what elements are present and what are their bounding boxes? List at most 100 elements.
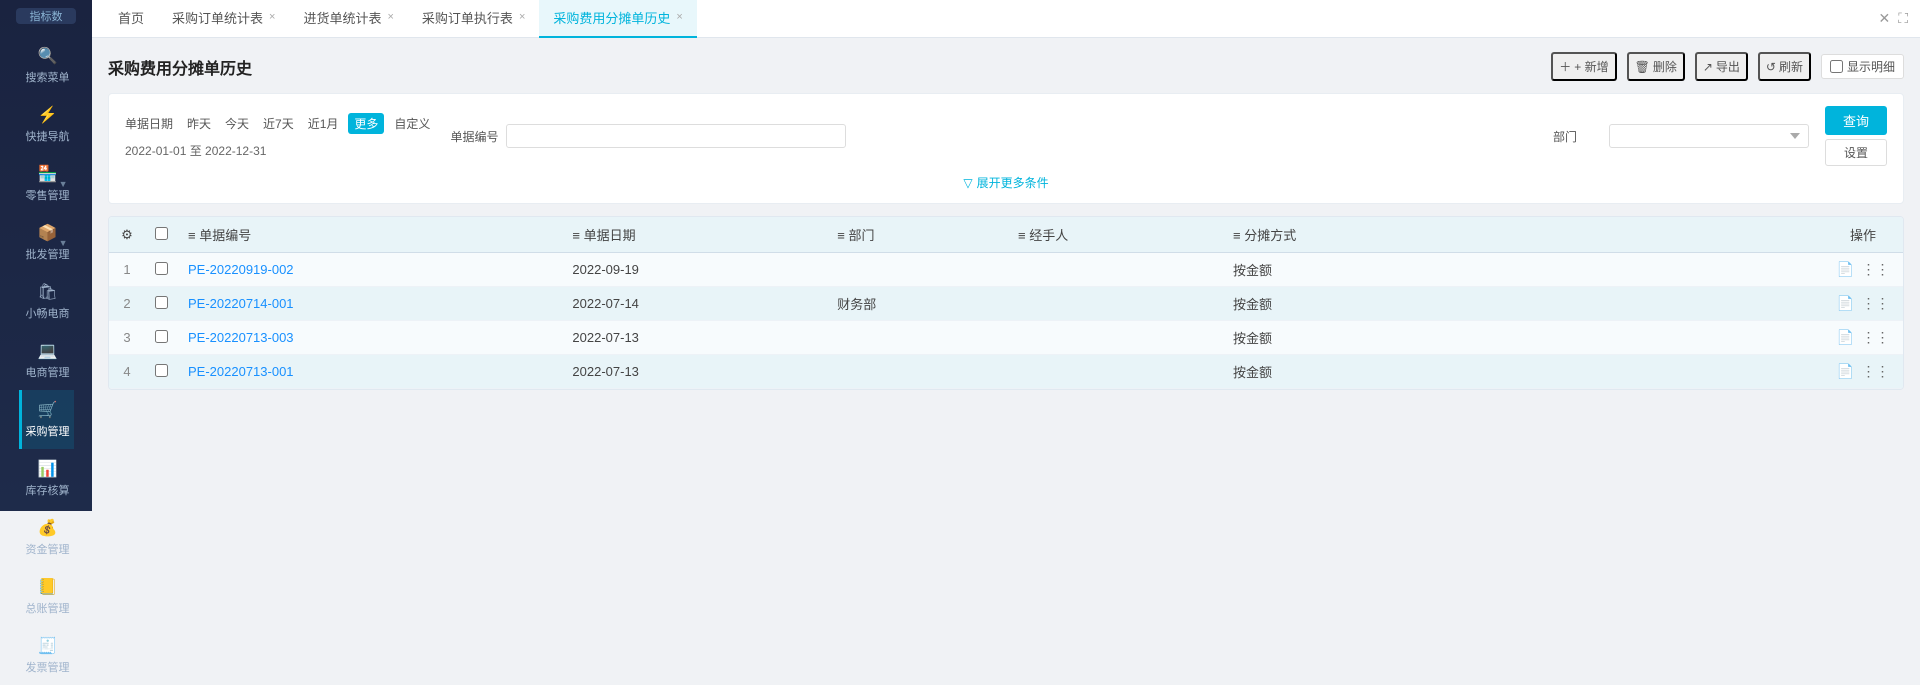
sidebar-item-label-invoice: 发票管理 bbox=[26, 659, 70, 675]
tab-home[interactable]: 首页 bbox=[104, 0, 158, 38]
show-cols-button[interactable]: 显示明细 bbox=[1821, 54, 1904, 79]
sidebar-item-invoice[interactable]: 🧾 发票管理 bbox=[19, 626, 74, 685]
row-doc-no-3: PE-20220713-001 bbox=[178, 355, 562, 389]
row-check-2[interactable] bbox=[145, 321, 178, 355]
view-icon-1[interactable]: 📄 bbox=[1836, 295, 1853, 311]
col-ops-header: 操作 bbox=[1823, 217, 1903, 253]
tab-close-import-stats[interactable]: × bbox=[387, 12, 393, 23]
view-icon-3[interactable]: 📄 bbox=[1836, 363, 1853, 379]
sidebar-item-ledger[interactable]: 📒 总账管理 bbox=[19, 567, 74, 626]
export-button[interactable]: ↗ 导出 bbox=[1695, 52, 1748, 81]
row-check-0[interactable] bbox=[145, 253, 178, 287]
row-check-1[interactable] bbox=[145, 287, 178, 321]
sidebar-item-ecommerce[interactable]: 💻 电商管理 bbox=[19, 331, 74, 390]
tab-purchase-order-exec[interactable]: 采购订单执行表× bbox=[408, 0, 539, 38]
row-handler-3 bbox=[1008, 355, 1223, 389]
tab-bar: 首页采购订单统计表×进货单统计表×采购订单执行表×采购费用分摊单历史× ✕ ⛶ bbox=[92, 0, 1920, 38]
refresh-icon: ↺ bbox=[1766, 60, 1776, 74]
row-checkbox-1[interactable] bbox=[155, 296, 168, 309]
query-button[interactable]: 查询 bbox=[1825, 106, 1887, 135]
tab-label-import-stats: 进货单统计表 bbox=[303, 8, 381, 27]
col-handler-header[interactable]: ≡ 经手人 bbox=[1008, 217, 1223, 253]
sidebar-item-wholesale[interactable]: 📦 批发管理 ▼ bbox=[19, 213, 74, 272]
col-check-header[interactable] bbox=[145, 217, 178, 253]
more-icon-2[interactable]: ⋮⋮ bbox=[1862, 329, 1890, 345]
more-icon-3[interactable]: ⋮⋮ bbox=[1862, 363, 1890, 379]
sidebar-item-quick-nav[interactable]: ⚡ 快捷导航 bbox=[19, 95, 74, 154]
row-handler-1 bbox=[1008, 287, 1223, 321]
date-custom[interactable]: 自定义 bbox=[390, 113, 434, 134]
row-num-3: 4 bbox=[109, 355, 145, 389]
delete-icon: 🗑 bbox=[1635, 60, 1650, 74]
table-header-row: ⚙ ≡ 单据编号 ≡ 单据日期 ≡ 部门 ≡ 经手人 bbox=[109, 217, 1903, 253]
doc-no-link-0[interactable]: PE-20220919-002 bbox=[188, 262, 294, 277]
filter-settings-button[interactable]: 设置 bbox=[1825, 139, 1887, 166]
select-all-checkbox[interactable] bbox=[155, 227, 168, 240]
col-doc-no-header[interactable]: ≡ 单据编号 bbox=[178, 217, 562, 253]
page-header: 采购费用分摊单历史 ＋ + 新增 🗑 删除 ↗ 导出 ↺ 刷新 bbox=[108, 52, 1904, 81]
col-split-method-label: ≡ 分摊方式 bbox=[1233, 228, 1296, 243]
sidebar: 指标数 🔍 搜索菜单 ⚡ 快捷导航 🏪 零售管理 ▼ 📦 批发管理 ▼ 🛍 小畅… bbox=[0, 0, 92, 511]
sidebar-item-mini-mall[interactable]: 🛍 小畅电商 bbox=[19, 272, 74, 331]
sidebar-item-inventory[interactable]: 📊 库存核算 bbox=[19, 449, 74, 508]
row-checkbox-2[interactable] bbox=[155, 330, 168, 343]
col-doc-date-header[interactable]: ≡ 单据日期 bbox=[562, 217, 827, 253]
dept-select[interactable] bbox=[1609, 124, 1809, 148]
add-button[interactable]: ＋ + 新增 bbox=[1551, 52, 1616, 81]
header-actions: ＋ + 新增 🗑 删除 ↗ 导出 ↺ 刷新 显示明细 bbox=[1551, 52, 1904, 81]
date-yesterday[interactable]: 昨天 bbox=[183, 113, 215, 134]
row-doc-date-2: 2022-07-13 bbox=[562, 321, 827, 355]
main-area: 首页采购订单统计表×进货单统计表×采购订单执行表×采购费用分摊单历史× ✕ ⛶ … bbox=[92, 0, 1920, 511]
date-today[interactable]: 今天 bbox=[221, 113, 253, 134]
export-icon: ↗ bbox=[1703, 60, 1713, 74]
col-settings-header[interactable]: ⚙ bbox=[109, 217, 145, 253]
tab-import-stats[interactable]: 进货单统计表 × bbox=[289, 0, 407, 38]
tab-label-purchase-fee-history: 采购费用分摊单历史 bbox=[553, 8, 670, 27]
col-handler-label: ≡ 经手人 bbox=[1018, 228, 1068, 243]
doc-no-link-3[interactable]: PE-20220713-001 bbox=[188, 364, 294, 379]
date-1month[interactable]: 近1月 bbox=[304, 113, 343, 134]
expand-more-button[interactable]: ▽ 展开更多条件 bbox=[125, 174, 1887, 191]
doc-no-link-1[interactable]: PE-20220714-001 bbox=[188, 296, 294, 311]
row-dept-3 bbox=[827, 355, 1008, 389]
sidebar-item-label-inventory: 库存核算 bbox=[26, 482, 70, 498]
tab-purchase-fee-history[interactable]: 采购费用分摊单历史 × bbox=[539, 0, 696, 38]
sidebar-item-purchase[interactable]: 🛒 采购管理 bbox=[19, 390, 74, 449]
page-title: 采购费用分摊单历史 bbox=[108, 55, 252, 79]
view-icon-0[interactable]: 📄 bbox=[1836, 261, 1853, 277]
refresh-button[interactable]: ↺ 刷新 bbox=[1758, 52, 1811, 81]
sidebar-item-retail[interactable]: 🏪 零售管理 ▼ bbox=[19, 154, 74, 213]
tab-purchase-order-stats[interactable]: 采购订单统计表× bbox=[158, 0, 289, 38]
more-icon-0[interactable]: ⋮⋮ bbox=[1862, 261, 1890, 277]
tab-close-purchase-order-exec[interactable]: × bbox=[519, 12, 525, 23]
sidebar-item-label-finance: 资金管理 bbox=[26, 541, 70, 557]
date-7days[interactable]: 近7天 bbox=[259, 113, 298, 134]
row-check-3[interactable] bbox=[145, 355, 178, 389]
sidebar-item-finance[interactable]: 💰 资金管理 bbox=[19, 508, 74, 567]
sidebar-item-label-ledger: 总账管理 bbox=[26, 600, 70, 616]
col-split-method-header[interactable]: ≡ 分摊方式 bbox=[1223, 217, 1823, 253]
doc-no-input[interactable] bbox=[506, 124, 846, 148]
sidebar-item-search[interactable]: 🔍 搜索菜单 bbox=[19, 36, 74, 95]
tab-close-purchase-fee-history[interactable]: × bbox=[676, 12, 682, 23]
row-doc-date-0: 2022-09-19 bbox=[562, 253, 827, 287]
filter-row: 单据日期 昨天 今天 近7天 近1月 更多 自定义 2022-01-01 至 2… bbox=[125, 106, 1887, 166]
close-window-icon[interactable]: ✕ bbox=[1878, 10, 1890, 27]
row-checkbox-3[interactable] bbox=[155, 364, 168, 377]
row-doc-no-2: PE-20220713-003 bbox=[178, 321, 562, 355]
col-dept-header[interactable]: ≡ 部门 bbox=[827, 217, 1008, 253]
row-checkbox-0[interactable] bbox=[155, 262, 168, 275]
sidebar-item-label-search: 搜索菜单 bbox=[26, 69, 70, 85]
doc-no-link-2[interactable]: PE-20220713-003 bbox=[188, 330, 294, 345]
show-cols-checkbox[interactable] bbox=[1830, 60, 1843, 73]
view-icon-2[interactable]: 📄 bbox=[1836, 329, 1853, 345]
row-split-method-1: 按金额 bbox=[1223, 287, 1823, 321]
date-more[interactable]: 更多 bbox=[348, 113, 384, 134]
delete-button[interactable]: 🗑 删除 bbox=[1627, 52, 1685, 81]
date-shortcuts: 昨天 今天 近7天 近1月 更多 自定义 bbox=[183, 113, 434, 134]
tab-close-purchase-order-stats[interactable]: × bbox=[269, 12, 275, 23]
fullscreen-icon[interactable]: ⛶ bbox=[1898, 10, 1908, 27]
chevron-icon-retail: ▼ bbox=[59, 179, 68, 189]
more-icon-1[interactable]: ⋮⋮ bbox=[1862, 295, 1890, 311]
sidebar-logo: 指标数 bbox=[16, 8, 76, 24]
